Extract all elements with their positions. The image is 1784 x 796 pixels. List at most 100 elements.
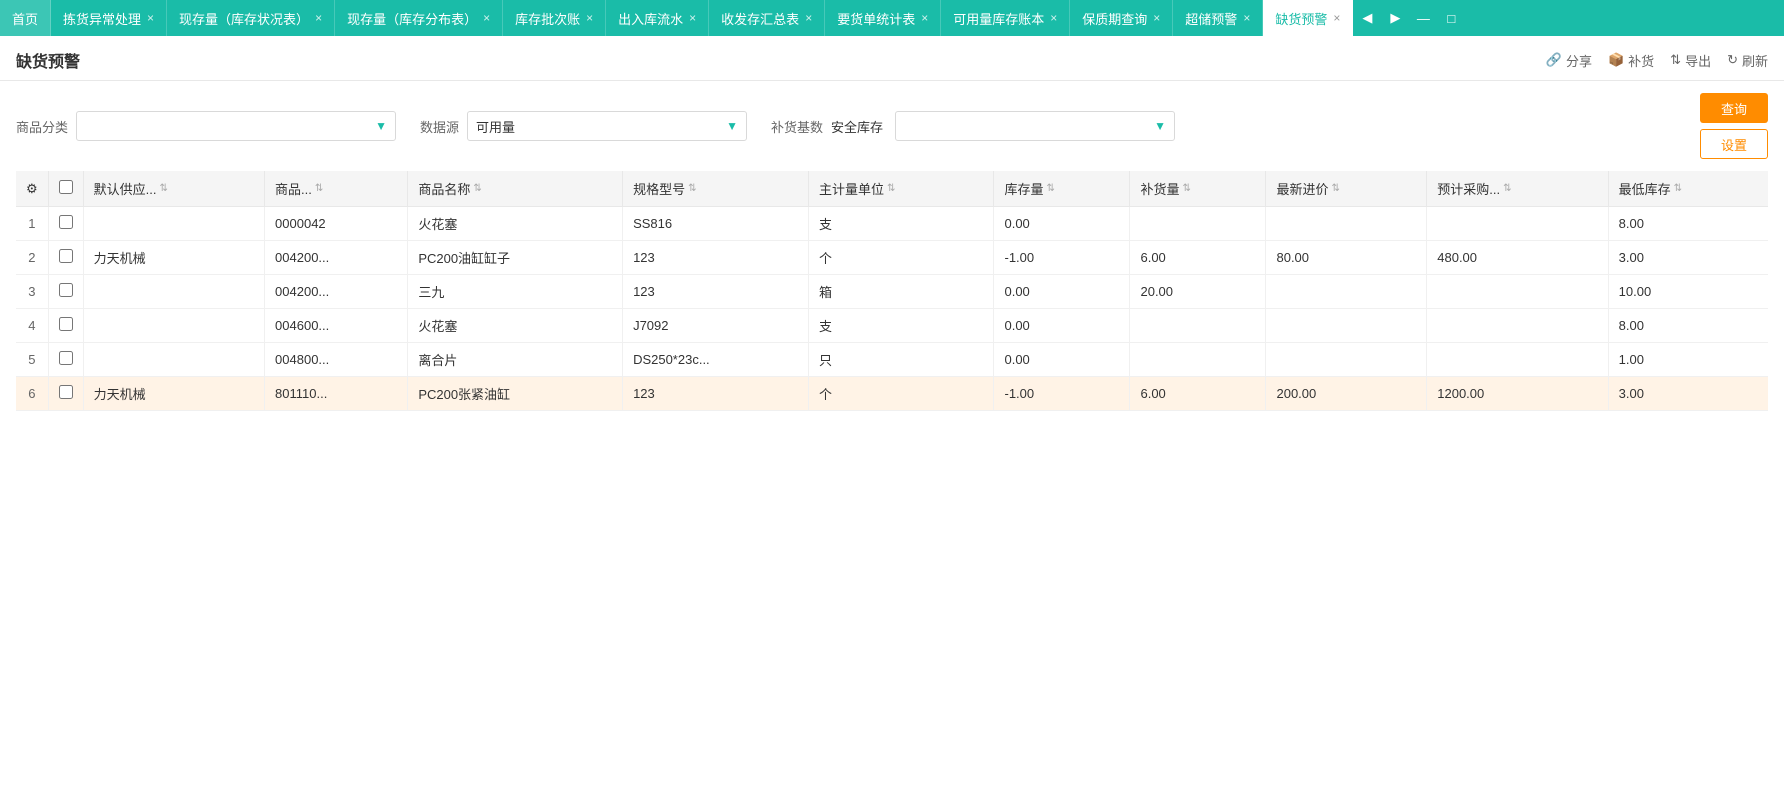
tab-close-3[interactable]: × — [483, 11, 490, 25]
tab-close-2[interactable]: × — [315, 11, 322, 25]
row-checkbox-input[interactable] — [59, 385, 73, 399]
data-source-select[interactable]: 可用量 ▼ — [467, 111, 747, 141]
th-spec[interactable]: 规格型号 ⇅ — [623, 171, 809, 207]
cell-min-stock: 1.00 — [1608, 343, 1768, 377]
th-replenish-qty[interactable]: 补货量 ⇅ — [1130, 171, 1266, 207]
select-all-checkbox[interactable] — [59, 180, 73, 194]
tab-close-8[interactable]: × — [1050, 11, 1057, 25]
th-latest-price[interactable]: 最新进价 ⇅ — [1266, 171, 1427, 207]
table-row: 6力天机械801110...PC200张紧油缸123个-1.006.00200.… — [16, 377, 1768, 411]
cell-unit: 支 — [808, 309, 994, 343]
tab-inout-flow[interactable]: 出入库流水 × — [606, 0, 709, 36]
row-num: 1 — [16, 207, 48, 241]
table-body: 10000042火花塞SS816支0.008.002力天机械004200...P… — [16, 207, 1768, 411]
row-checkbox-input[interactable] — [59, 317, 73, 331]
cell-min-stock: 3.00 — [1608, 241, 1768, 275]
tab-close-9[interactable]: × — [1153, 11, 1160, 25]
tab-maximize-button[interactable]: □ — [1437, 0, 1465, 36]
tab-close-6[interactable]: × — [805, 11, 812, 25]
tab-minimize-button[interactable]: — — [1409, 0, 1437, 36]
th-stock-qty[interactable]: 库存量 ⇅ — [994, 171, 1130, 207]
tab-available-ledger[interactable]: 可用量库存账本 × — [941, 0, 1070, 36]
sort-icon-stock: ⇅ — [1047, 183, 1055, 194]
tab-receipt-summary[interactable]: 收发存汇总表 × — [709, 0, 825, 36]
row-num: 3 — [16, 275, 48, 309]
tab-close-4[interactable]: × — [586, 11, 593, 25]
page-title: 缺货预警 — [16, 48, 80, 72]
refresh-icon: ↻ — [1727, 52, 1738, 68]
row-checkbox-input[interactable] — [59, 283, 73, 297]
query-button[interactable]: 查询 — [1700, 93, 1768, 123]
cell-spec: SS816 — [623, 207, 809, 241]
gear-icon: ⚙ — [26, 181, 38, 197]
row-checkbox[interactable] — [48, 207, 83, 241]
th-est-purchase[interactable]: 预计采购... ⇅ — [1427, 171, 1608, 207]
row-checkbox[interactable] — [48, 241, 83, 275]
cell-unit: 箱 — [808, 275, 994, 309]
tab-batch-account[interactable]: 库存批次账 × — [503, 0, 606, 36]
sort-icon-unit: ⇅ — [887, 183, 895, 194]
tab-demand-stats[interactable]: 要货单统计表 × — [825, 0, 941, 36]
header-actions: 🔗 分享 📦 补货 ⇅ 导出 ↻ 刷新 — [1546, 51, 1768, 70]
row-checkbox-input[interactable] — [59, 215, 73, 229]
tab-next-button[interactable]: ▶ — [1381, 0, 1409, 36]
row-num: 5 — [16, 343, 48, 377]
sort-icon-spec: ⇅ — [688, 183, 696, 194]
row-checkbox[interactable] — [48, 377, 83, 411]
replenish-basis-label: 补货基数 — [771, 117, 823, 136]
cell-product-name: 火花塞 — [408, 207, 623, 241]
table-row: 5004800...离合片DS250*23c...只0.001.00 — [16, 343, 1768, 377]
cell-product-code: 004600... — [265, 309, 408, 343]
tab-stock-status[interactable]: 现存量（库存状况表） × — [167, 0, 335, 36]
replenish-action[interactable]: 📦 补货 — [1608, 51, 1654, 70]
replenish-basis-select[interactable]: ▼ — [895, 111, 1175, 141]
data-source-arrow-icon: ▼ — [726, 119, 738, 133]
cell-product-code: 0000042 — [265, 207, 408, 241]
settings-button[interactable]: 设置 — [1700, 129, 1768, 159]
cell-unit: 个 — [808, 377, 994, 411]
table-row: 10000042火花塞SS816支0.008.00 — [16, 207, 1768, 241]
row-checkbox[interactable] — [48, 309, 83, 343]
tab-expiry-query[interactable]: 保质期查询 × — [1070, 0, 1173, 36]
cell-product-code: 004200... — [265, 275, 408, 309]
row-checkbox[interactable] — [48, 343, 83, 377]
cell-min-stock: 3.00 — [1608, 377, 1768, 411]
cell-product-name: PC200张紧油缸 — [408, 377, 623, 411]
row-checkbox[interactable] — [48, 275, 83, 309]
share-action[interactable]: 🔗 分享 — [1546, 51, 1592, 70]
tab-shortage-warning[interactable]: 缺货预警 × — [1263, 0, 1353, 36]
th-default-supplier[interactable]: 默认供应... ⇅ — [83, 171, 264, 207]
tab-prev-button[interactable]: ◀ — [1353, 0, 1381, 36]
cell-product-code: 004200... — [265, 241, 408, 275]
th-unit[interactable]: 主计量单位 ⇅ — [808, 171, 994, 207]
th-gear[interactable]: ⚙ — [16, 171, 48, 207]
tab-stock-distribution[interactable]: 现存量（库存分布表） × — [335, 0, 503, 36]
tab-overstock-warning[interactable]: 超储预警 × — [1173, 0, 1263, 36]
th-product-code[interactable]: 商品... ⇅ — [265, 171, 408, 207]
refresh-action[interactable]: ↻ 刷新 — [1727, 51, 1768, 70]
table-header-row: ⚙ 默认供应... ⇅ 商品... — [16, 171, 1768, 207]
tab-picking-exception[interactable]: 拣货异常处理 × — [51, 0, 167, 36]
tab-home[interactable]: 首页 — [0, 0, 51, 36]
cell-replenish-qty — [1130, 207, 1266, 241]
row-checkbox-input[interactable] — [59, 351, 73, 365]
cell-spec: J7092 — [623, 309, 809, 343]
table-container: ⚙ 默认供应... ⇅ 商品... — [0, 171, 1784, 427]
tab-close-1[interactable]: × — [147, 11, 154, 25]
tab-close-10[interactable]: × — [1243, 11, 1250, 25]
cell-latest-price: 200.00 — [1266, 377, 1427, 411]
th-checkbox[interactable] — [48, 171, 83, 207]
th-product-name[interactable]: 商品名称 ⇅ — [408, 171, 623, 207]
cell-est-purchase: 480.00 — [1427, 241, 1608, 275]
commodity-category-select[interactable]: ▼ — [76, 111, 396, 141]
tab-close-5[interactable]: × — [689, 11, 696, 25]
cell-est-purchase: 1200.00 — [1427, 377, 1608, 411]
tab-bar: 首页 拣货异常处理 × 现存量（库存状况表） × 现存量（库存分布表） × 库存… — [0, 0, 1784, 36]
cell-product-code: 801110... — [265, 377, 408, 411]
export-action[interactable]: ⇅ 导出 — [1670, 51, 1711, 70]
th-min-stock[interactable]: 最低库存 ⇅ — [1608, 171, 1768, 207]
tab-close-11[interactable]: × — [1333, 11, 1340, 25]
sort-icon-est: ⇅ — [1503, 183, 1511, 194]
row-checkbox-input[interactable] — [59, 249, 73, 263]
tab-close-7[interactable]: × — [921, 11, 928, 25]
